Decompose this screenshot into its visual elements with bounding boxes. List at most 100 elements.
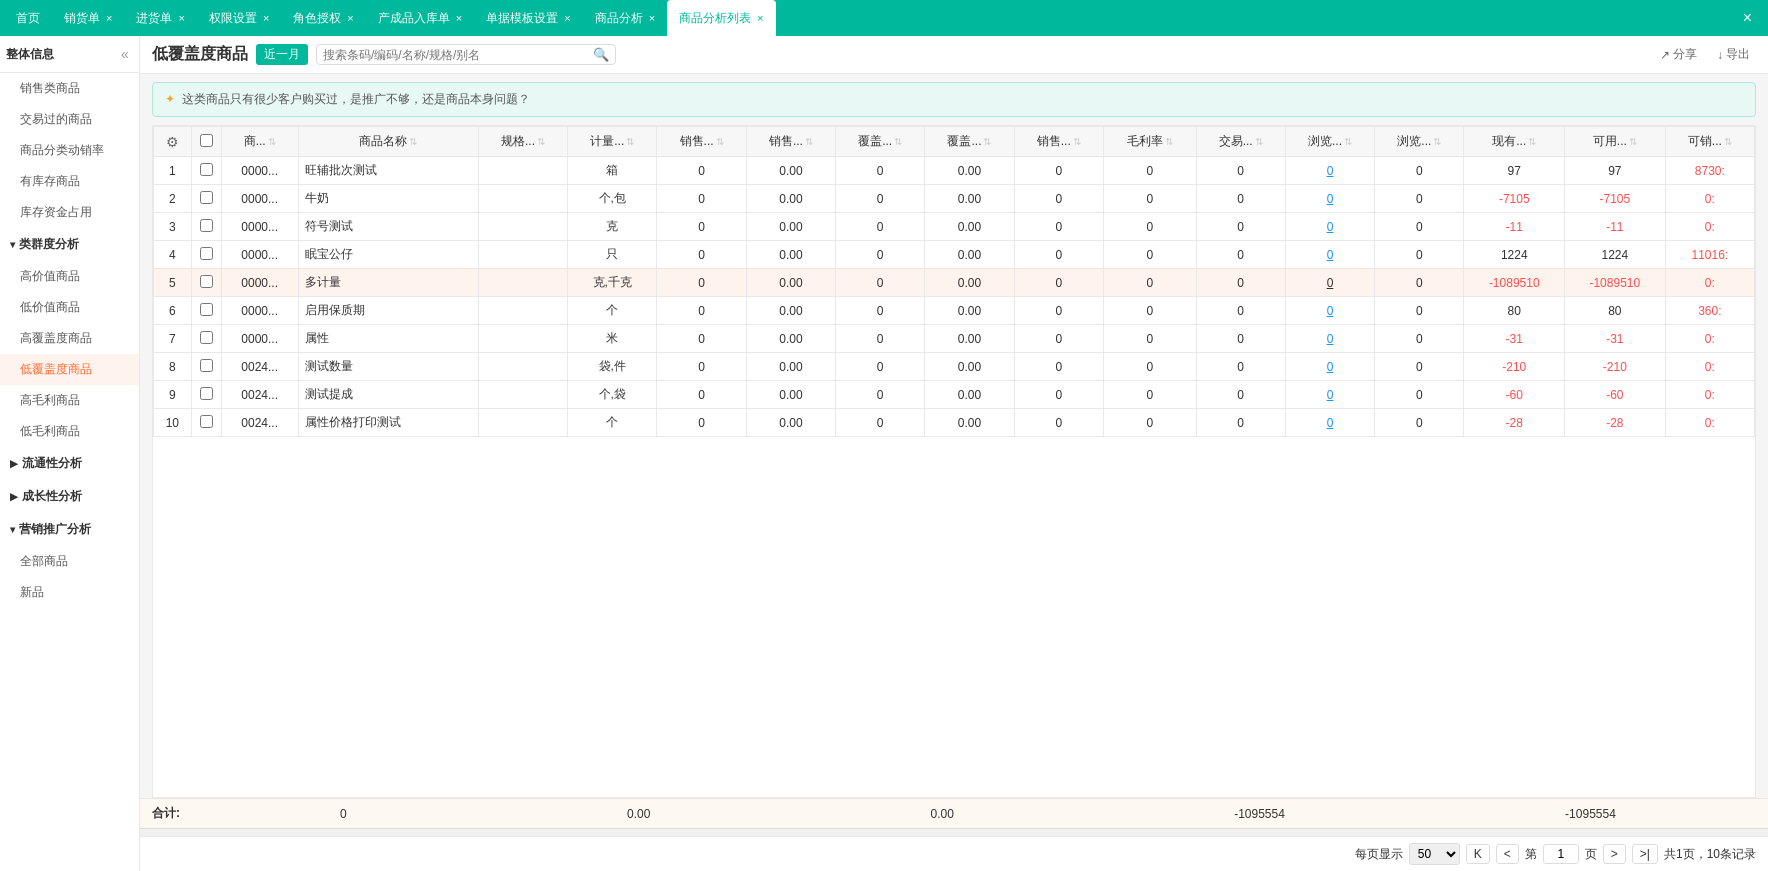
select-all-checkbox[interactable]: [200, 134, 213, 147]
sidebar-item-stock-funds[interactable]: 库存资金占用: [0, 197, 139, 228]
search-input[interactable]: [323, 48, 593, 62]
col-cover2[interactable]: 覆盖...⇅: [925, 127, 1014, 157]
nav-product-analysis-list-close[interactable]: ×: [757, 0, 763, 36]
nav-template-settings-close[interactable]: ×: [564, 0, 570, 36]
col-available-stock[interactable]: 可用...⇅: [1565, 127, 1666, 157]
row-current-stock: 1224: [1464, 241, 1565, 269]
col-current-stock[interactable]: 现有...⇅: [1464, 127, 1565, 157]
col-checkbox[interactable]: [191, 127, 221, 157]
search-icon[interactable]: 🔍: [593, 47, 609, 62]
row-checkbox-cell[interactable]: [191, 269, 221, 297]
sidebar-item-low-margin[interactable]: 低毛利商品: [0, 416, 139, 447]
row-checkbox-cell[interactable]: [191, 381, 221, 409]
col-sales-amt[interactable]: 销售...⇅: [746, 127, 835, 157]
col-gross-margin[interactable]: 毛利率⇅: [1103, 127, 1196, 157]
sidebar-item-category-rate[interactable]: 商品分类动销率: [0, 135, 139, 166]
row-view1[interactable]: 0: [1285, 353, 1374, 381]
row-checkbox[interactable]: [200, 163, 213, 176]
nav-product-analysis[interactable]: 商品分析 ×: [583, 0, 667, 36]
row-checkbox-cell[interactable]: [191, 213, 221, 241]
page-number-input[interactable]: [1543, 844, 1579, 864]
row-checkbox-cell[interactable]: [191, 185, 221, 213]
nav-permissions-close[interactable]: ×: [263, 0, 269, 36]
nav-product-analysis-list[interactable]: 商品分析列表 ×: [667, 0, 775, 36]
nav-home[interactable]: 首页: [4, 0, 52, 36]
nav-purchase-order[interactable]: 进货单 ×: [124, 0, 196, 36]
sidebar-item-low-value[interactable]: 低价值商品: [0, 292, 139, 323]
row-checkbox-cell[interactable]: [191, 409, 221, 437]
period-button[interactable]: 近一月: [256, 44, 308, 65]
nav-role-auth-close[interactable]: ×: [347, 0, 353, 36]
sidebar-item-sales-goods[interactable]: 销售类商品: [0, 73, 139, 104]
sidebar-item-in-stock[interactable]: 有库存商品: [0, 166, 139, 197]
col-spec[interactable]: 规格...⇅: [478, 127, 567, 157]
nav-product-storage-close[interactable]: ×: [456, 0, 462, 36]
col-unit[interactable]: 计量...⇅: [568, 127, 657, 157]
row-view1[interactable]: 0: [1285, 409, 1374, 437]
next-page-button[interactable]: >: [1603, 844, 1626, 864]
row-checkbox[interactable]: [200, 219, 213, 232]
row-checkbox[interactable]: [200, 415, 213, 428]
first-page-button[interactable]: K: [1466, 844, 1490, 864]
row-view1[interactable]: 0: [1285, 185, 1374, 213]
row-checkbox-cell[interactable]: [191, 241, 221, 269]
nav-product-analysis-close[interactable]: ×: [649, 0, 655, 36]
nav-permissions[interactable]: 权限设置 ×: [197, 0, 281, 36]
row-checkbox[interactable]: [200, 191, 213, 204]
row-checkbox-cell[interactable]: [191, 157, 221, 185]
col-trans[interactable]: 交易...⇅: [1196, 127, 1285, 157]
row-view1[interactable]: 0: [1285, 157, 1374, 185]
row-checkbox[interactable]: [200, 303, 213, 316]
row-view1[interactable]: 0: [1285, 297, 1374, 325]
col-sales-qty[interactable]: 销售...⇅: [657, 127, 746, 157]
share-button[interactable]: ↗ 分享: [1654, 44, 1703, 65]
row-checkbox-cell[interactable]: [191, 297, 221, 325]
nav-product-storage[interactable]: 产成品入库单 ×: [366, 0, 474, 36]
sidebar-section-marketing[interactable]: ▾ 营销推广分析: [0, 513, 139, 546]
row-checkbox[interactable]: [200, 387, 213, 400]
sidebar-item-high-coverage[interactable]: 高覆盖度商品: [0, 323, 139, 354]
col-cover1[interactable]: 覆盖...⇅: [836, 127, 925, 157]
col-view1[interactable]: 浏览...⇅: [1285, 127, 1374, 157]
row-view1[interactable]: 0: [1285, 325, 1374, 353]
sidebar-section-growth[interactable]: ▶ 成长性分析: [0, 480, 139, 513]
col-view2[interactable]: 浏览...⇅: [1375, 127, 1464, 157]
sidebar-section-group-analysis[interactable]: ▾ 类群度分析: [0, 228, 139, 261]
row-view1[interactable]: 0: [1285, 213, 1374, 241]
close-all-tabs[interactable]: ×: [1731, 0, 1764, 36]
horizontal-scrollbar[interactable]: [140, 828, 1768, 836]
nav-role-auth[interactable]: 角色授权 ×: [281, 0, 365, 36]
col-name[interactable]: 商品名称⇅: [298, 127, 478, 157]
row-checkbox[interactable]: [200, 247, 213, 260]
row-view1[interactable]: 0: [1285, 269, 1374, 297]
sidebar-item-traded-goods[interactable]: 交易过的商品: [0, 104, 139, 135]
section-arrow-marketing: ▾: [10, 524, 15, 535]
row-checkbox[interactable]: [200, 275, 213, 288]
sidebar-item-high-value[interactable]: 高价值商品: [0, 261, 139, 292]
last-page-button[interactable]: >|: [1632, 844, 1658, 864]
sidebar-item-all-goods[interactable]: 全部商品: [0, 546, 139, 577]
sidebar-item-new-goods[interactable]: 新品: [0, 577, 139, 608]
row-view1[interactable]: 0: [1285, 241, 1374, 269]
row-checkbox-cell[interactable]: [191, 325, 221, 353]
sidebar-item-high-margin[interactable]: 高毛利商品: [0, 385, 139, 416]
row-checkbox[interactable]: [200, 331, 213, 344]
nav-sales-order[interactable]: 销货单 ×: [52, 0, 124, 36]
nav-template-settings[interactable]: 单据模板设置 ×: [474, 0, 582, 36]
col-salable[interactable]: 可销...⇅: [1665, 127, 1754, 157]
col-gear[interactable]: ⚙: [154, 127, 192, 157]
per-page-select[interactable]: 50 20 100 200: [1409, 843, 1460, 865]
col-sales-days[interactable]: 销售...⇅: [1014, 127, 1103, 157]
gear-icon[interactable]: ⚙: [166, 134, 179, 150]
col-code[interactable]: 商...⇅: [221, 127, 298, 157]
export-button[interactable]: ↓ 导出: [1711, 44, 1756, 65]
nav-purchase-order-close[interactable]: ×: [178, 0, 184, 36]
row-checkbox-cell[interactable]: [191, 353, 221, 381]
prev-page-button[interactable]: <: [1496, 844, 1519, 864]
sidebar-section-circulation[interactable]: ▶ 流通性分析: [0, 447, 139, 480]
row-view1[interactable]: 0: [1285, 381, 1374, 409]
row-checkbox[interactable]: [200, 359, 213, 372]
sidebar-collapse-button[interactable]: «: [117, 42, 133, 66]
sidebar-item-low-coverage[interactable]: 低覆盖度商品: [0, 354, 139, 385]
nav-sales-order-close[interactable]: ×: [106, 0, 112, 36]
